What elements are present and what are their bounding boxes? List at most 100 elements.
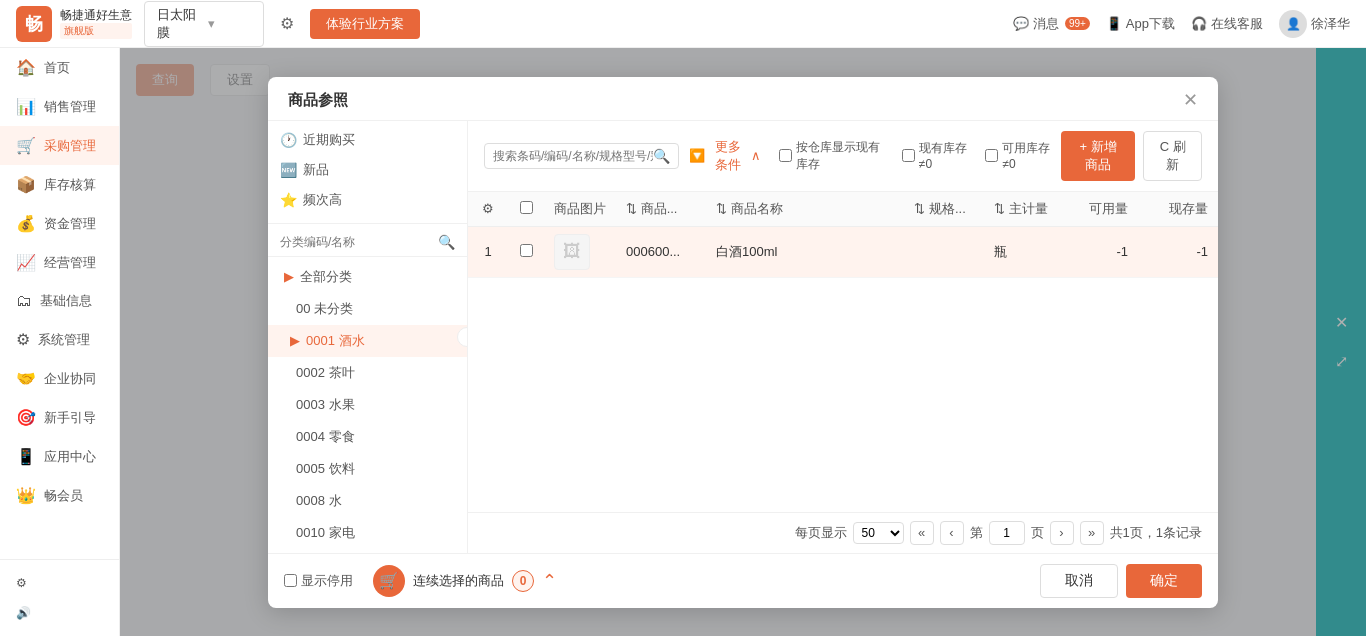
members-icon: 👑	[16, 486, 36, 505]
product-search-input[interactable]	[493, 149, 653, 163]
sidebar-label-system: 系统管理	[38, 331, 90, 349]
sidebar-item-home[interactable]: 🏠 首页	[0, 48, 119, 87]
category-0004[interactable]: 0004 零食	[268, 421, 467, 453]
select-all-checkbox[interactable]	[520, 201, 533, 214]
sidebar-item-apps[interactable]: 📱 应用中心	[0, 437, 119, 476]
sidebar-item-members[interactable]: 👑 畅会员	[0, 476, 119, 515]
avatar: 👤	[1279, 10, 1307, 38]
guide-icon: 🎯	[16, 408, 36, 427]
nav-notification[interactable]: 💬 消息 99+	[1013, 15, 1090, 33]
category-00[interactable]: 00 未分类	[268, 293, 467, 325]
search-category-icon[interactable]: 🔍	[438, 234, 455, 250]
system-icon: ⚙	[16, 330, 30, 349]
category-0004-label: 0004 零食	[296, 428, 355, 446]
gear-icon: ⚙	[16, 576, 27, 590]
purchase-icon: 🛒	[16, 136, 36, 155]
col-stock-header[interactable]: 现存量	[1138, 192, 1218, 227]
modal-close-btn[interactable]: ✕	[1183, 91, 1198, 109]
page-input[interactable]	[989, 521, 1025, 545]
col-settings[interactable]: ⚙	[468, 192, 508, 227]
sidebar-settings-item[interactable]: ⚙	[0, 568, 119, 598]
logo-badge: 旗舰版	[60, 23, 132, 39]
row-spec	[904, 226, 984, 277]
category-0005[interactable]: 0005 饮料	[268, 453, 467, 485]
sidebar-label-members: 畅会员	[44, 487, 83, 505]
row-checkbox[interactable]	[520, 244, 533, 257]
footer-right: 取消 确定	[1040, 564, 1202, 598]
page-label: 第	[970, 524, 983, 542]
quick-link-new[interactable]: 🆕 新品	[268, 155, 467, 185]
checkbox-stock-nonzero[interactable]	[902, 149, 915, 162]
modal-header: 商品参照 ✕	[268, 77, 1218, 121]
col-avail-label: 可用量	[1089, 201, 1128, 216]
cart-icon[interactable]: 🛒	[373, 565, 405, 597]
confirm-btn[interactable]: 确定	[1126, 564, 1202, 598]
sidebar-item-inventory[interactable]: 📦 库存核算	[0, 165, 119, 204]
search-icon[interactable]: 🔍	[653, 148, 670, 164]
category-0001[interactable]: ▶ 0001 酒水	[268, 325, 467, 357]
quick-link-frequent-label: 频次高	[303, 191, 342, 209]
sidebar-item-operation[interactable]: 📈 经营管理	[0, 243, 119, 282]
col-code-header[interactable]: ⇅ 商品...	[616, 192, 706, 227]
first-page-btn[interactable]: «	[910, 521, 934, 545]
sidebar-volume-item[interactable]: 🔊	[0, 598, 119, 628]
nav-app-download[interactable]: 📱 App下载	[1106, 15, 1175, 33]
table-row[interactable]: 1 🖼 000600... 白酒100ml	[468, 226, 1218, 277]
sidebar-item-basics[interactable]: 🗂 基础信息	[0, 282, 119, 320]
category-0010[interactable]: 0010 家电	[268, 517, 467, 549]
footer-collapse-btn[interactable]: ⌃	[542, 570, 557, 592]
nav-settings-icon[interactable]: ⚙	[272, 6, 302, 41]
col-name-sort-icon: ⇅	[716, 201, 727, 216]
next-page-btn[interactable]: ›	[1050, 521, 1074, 545]
phone-icon: 📱	[1106, 16, 1122, 31]
col-name-header[interactable]: ⇅ 商品名称	[706, 192, 904, 227]
quick-link-frequent[interactable]: ⭐ 频次高	[268, 185, 467, 215]
operation-icon: 📈	[16, 253, 36, 272]
nav-user[interactable]: 👤 徐泽华	[1279, 10, 1350, 38]
cancel-btn[interactable]: 取消	[1040, 564, 1118, 598]
checkbox-stock-label[interactable]: 现有库存≠0	[919, 140, 968, 171]
quick-link-recent-label: 近期购买	[303, 131, 355, 149]
checkbox-warehouse-group: 按仓库显示现有库存	[779, 139, 884, 173]
checkbox-warehouse[interactable]	[779, 149, 792, 162]
col-avail-header[interactable]: 可用量	[1058, 192, 1138, 227]
sidebar-item-guide[interactable]: 🎯 新手引导	[0, 398, 119, 437]
refresh-btn[interactable]: C 刷新	[1143, 131, 1202, 181]
nav-online-service[interactable]: 🎧 在线客服	[1191, 15, 1263, 33]
category-0002[interactable]: 0002 茶叶	[268, 357, 467, 389]
sidebar-bottom: ⚙ 🔊	[0, 559, 119, 636]
show-disabled-checkbox[interactable]	[284, 574, 297, 587]
prev-page-btn[interactable]: ‹	[940, 521, 964, 545]
category-all[interactable]: ▶ 全部分类	[268, 261, 467, 293]
show-disabled-label[interactable]: 显示停用	[301, 572, 353, 590]
col-unit-header[interactable]: ⇅ 主计量	[984, 192, 1058, 227]
more-filter-btn[interactable]: 🔽 更多条件 ∧	[689, 138, 761, 174]
quick-link-recent[interactable]: 🕐 近期购买	[268, 125, 467, 155]
category-0003-label: 0003 水果	[296, 396, 355, 414]
message-icon: 💬	[1013, 16, 1029, 31]
checkbox-warehouse-label[interactable]: 按仓库显示现有库存	[796, 139, 884, 173]
last-page-btn[interactable]: »	[1080, 521, 1104, 545]
new-icon: 🆕	[280, 162, 297, 178]
category-all-label: 全部分类	[300, 268, 352, 286]
search-category-input[interactable]	[280, 235, 438, 249]
category-0008[interactable]: 0008 水	[268, 485, 467, 517]
sidebar-item-finance[interactable]: 💰 资金管理	[0, 204, 119, 243]
page-size-select[interactable]: 50 10 20 100	[853, 522, 904, 544]
col-spec-header[interactable]: ⇅ 规格...	[904, 192, 984, 227]
checkbox-avail-label[interactable]: 可用库存≠0	[1002, 140, 1051, 171]
sidebar-item-system[interactable]: ⚙ 系统管理	[0, 320, 119, 359]
row-stock: -1	[1138, 226, 1218, 277]
sidebar-item-collab[interactable]: 🤝 企业协同	[0, 359, 119, 398]
col-spec-sort-icon: ⇅	[914, 201, 925, 216]
nav-selector[interactable]: 日太阳膜 ▾	[144, 1, 264, 47]
sidebar-item-sales[interactable]: 📊 销售管理	[0, 87, 119, 126]
category-0003[interactable]: 0003 水果	[268, 389, 467, 421]
logo-name: 畅捷通好生意	[60, 8, 132, 24]
category-00-label: 00 未分类	[296, 300, 353, 318]
sidebar-item-purchase[interactable]: 🛒 采购管理	[0, 126, 119, 165]
nav-experience-btn[interactable]: 体验行业方案	[310, 9, 420, 39]
modal-footer: 显示停用 🛒 连续选择的商品 0 ⌃ 取消 确定	[268, 553, 1218, 608]
checkbox-avail-nonzero[interactable]	[985, 149, 998, 162]
add-product-btn[interactable]: + 新增商品	[1061, 131, 1135, 181]
